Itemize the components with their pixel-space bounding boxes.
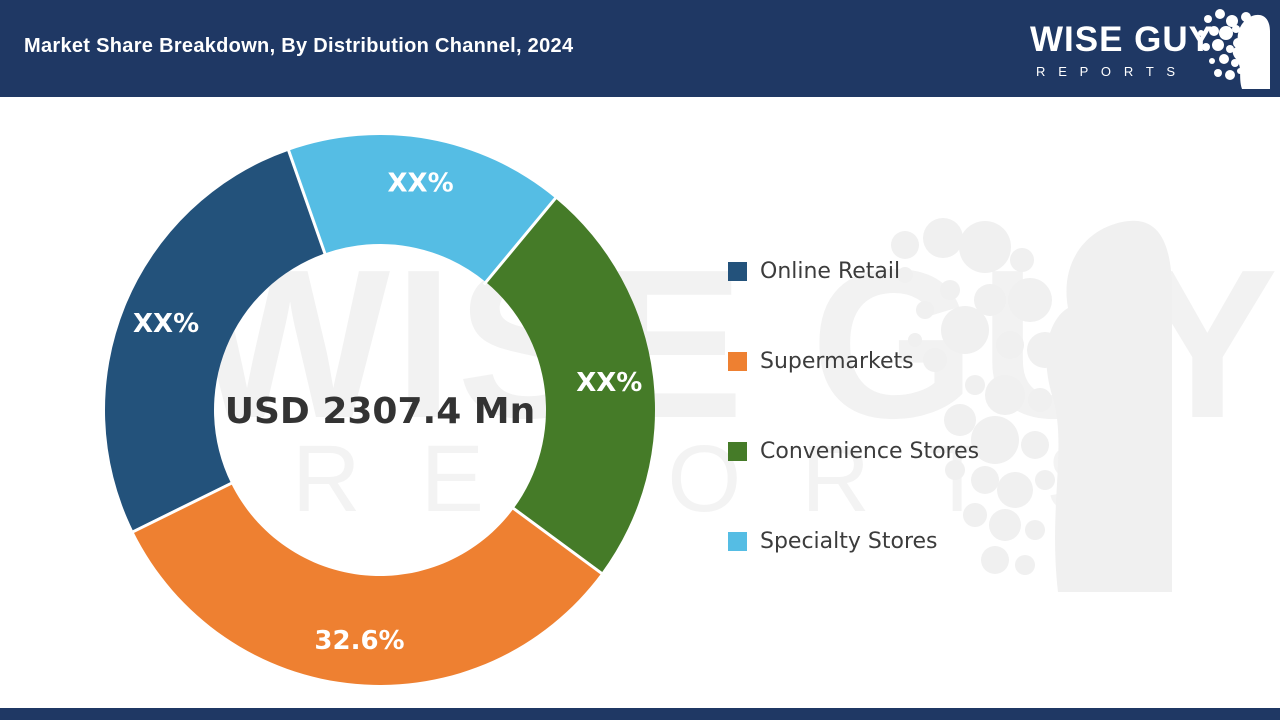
segment-value-label: XX% <box>576 368 642 398</box>
legend-item-specialty-stores: Specialty Stores <box>728 527 979 555</box>
legend-swatch-supermarkets <box>728 351 747 371</box>
segment-value-label: XX% <box>133 309 199 339</box>
legend-label: Online Retail <box>760 258 901 284</box>
logo-wordmark: WISE GUY <box>1030 20 1213 59</box>
page: WISE GUY REPORTS XX% XX% 32.6% XX% USD 2307… <box>0 0 1280 720</box>
chart-legend: Online Retail Supermarkets Convenience S… <box>728 257 979 617</box>
segment-value-label: XX% <box>388 169 454 199</box>
legend-label: Supermarkets <box>760 348 914 374</box>
logo-subtitle: R E P O R T S <box>1036 64 1180 79</box>
legend-label: Specialty Stores <box>760 528 938 554</box>
header-bar: Market Share Breakdown, By Distribution … <box>0 0 1280 97</box>
legend-label: Convenience Stores <box>760 438 980 464</box>
donut-segment-online-retail <box>104 150 325 532</box>
donut-center-value: USD 2307.4 Mn <box>225 391 535 432</box>
legend-item-convenience-stores: Convenience Stores <box>728 437 979 465</box>
legend-swatch-specialty-stores <box>728 531 747 551</box>
segment-value-label: 32.6% <box>314 626 404 656</box>
footer-bar <box>0 708 1280 720</box>
wise-guy-reports-logo: WISE GUY R E P O R T S <box>1030 9 1270 90</box>
legend-item-supermarkets: Supermarkets <box>728 347 979 375</box>
legend-swatch-online-retail <box>728 261 747 281</box>
legend-item-online-retail: Online Retail <box>728 257 979 285</box>
legend-swatch-convenience-stores <box>728 441 747 461</box>
logo-head-dots-icon <box>1198 9 1270 90</box>
donut-chart: XX% XX% 32.6% XX% USD 2307.4 Mn <box>104 134 656 686</box>
page-title: Market Share Breakdown, By Distribution … <box>24 35 574 57</box>
